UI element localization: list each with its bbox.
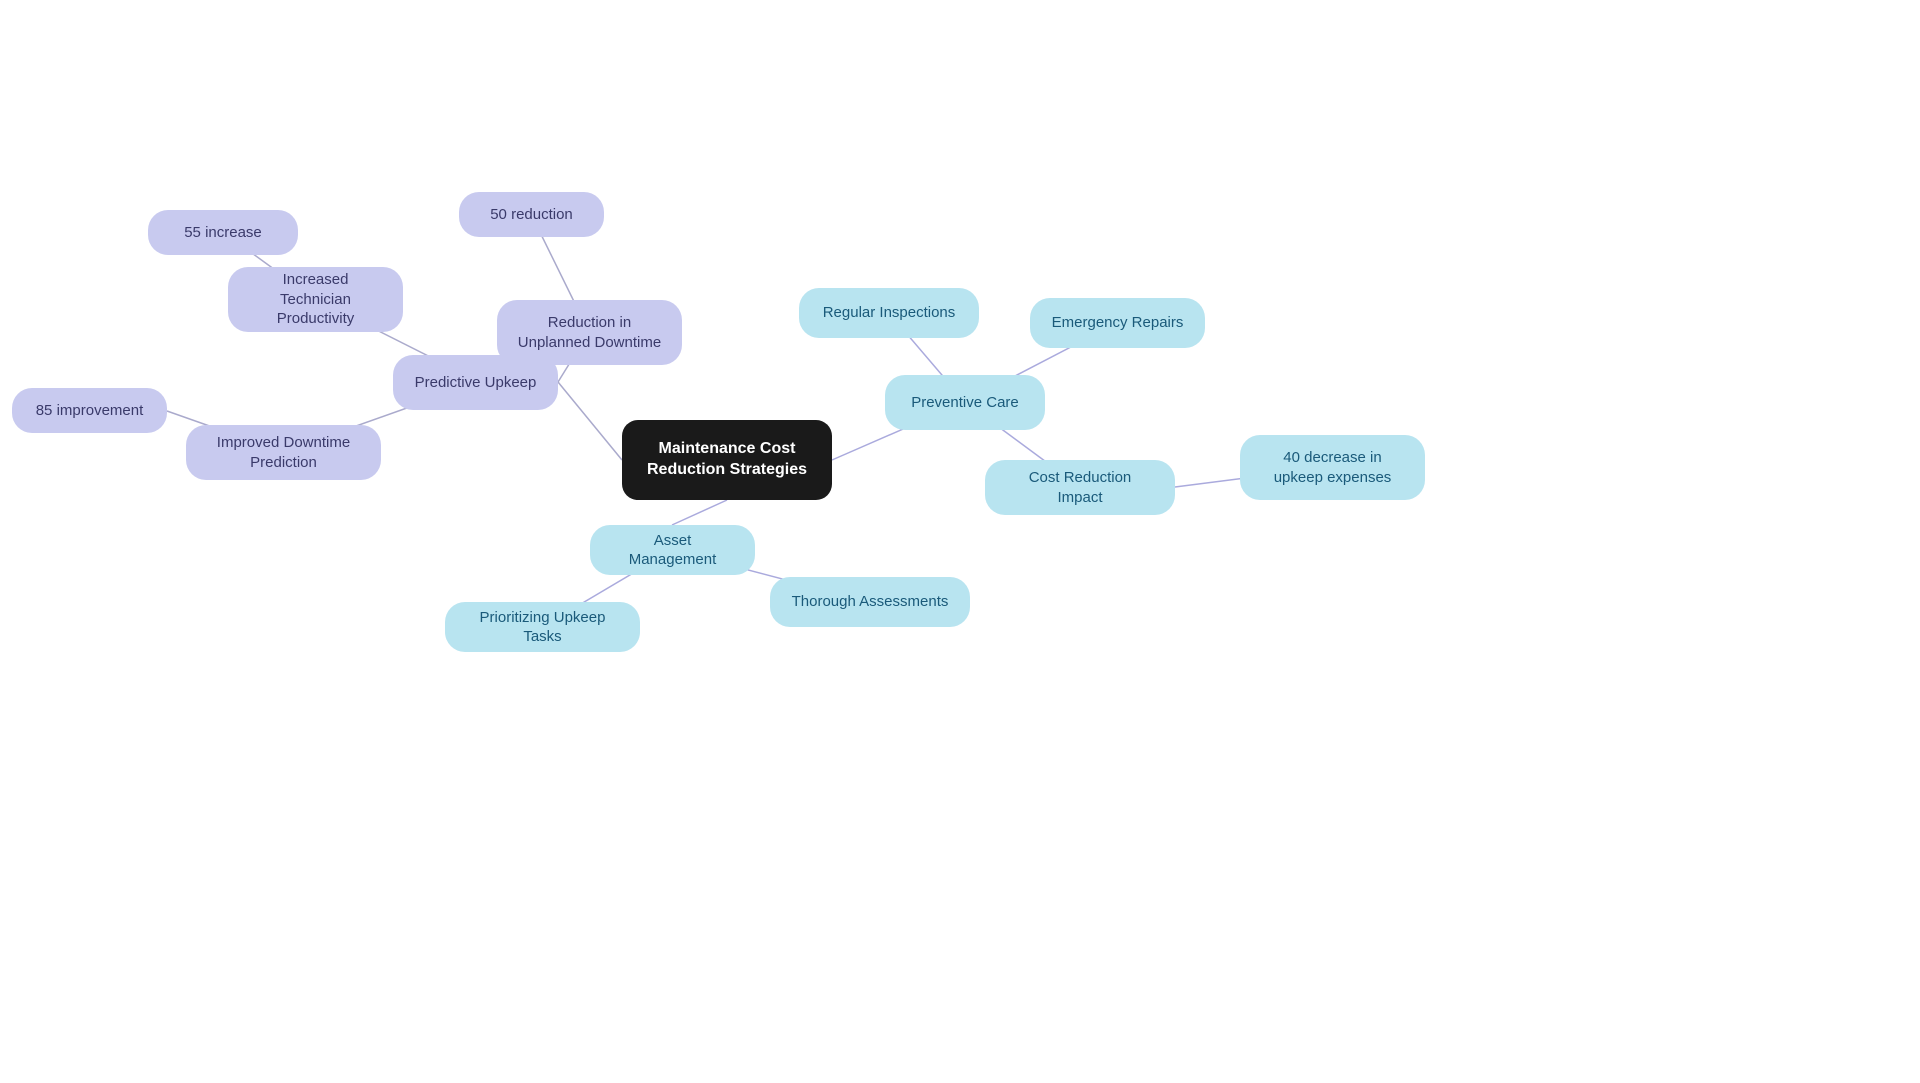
preventive-care-node[interactable]: Preventive Care [885, 375, 1045, 430]
connection-lines [0, 0, 1920, 1083]
55-increase-node[interactable]: 55 increase [148, 210, 298, 255]
cost-reduction-impact-node[interactable]: Cost Reduction Impact [985, 460, 1175, 515]
thorough-assessments-node[interactable]: Thorough Assessments [770, 577, 970, 627]
reduction-unplanned-node[interactable]: Reduction in Unplanned Downtime [497, 300, 682, 365]
85-improvement-node[interactable]: 85 improvement [12, 388, 167, 433]
40-decrease-node[interactable]: 40 decrease in upkeep expenses [1240, 435, 1425, 500]
increased-tech-node[interactable]: Increased Technician Productivity [228, 267, 403, 332]
prioritizing-upkeep-node[interactable]: Prioritizing Upkeep Tasks [445, 602, 640, 652]
improved-downtime-node[interactable]: Improved Downtime Prediction [186, 425, 381, 480]
50-reduction-node[interactable]: 50 reduction [459, 192, 604, 237]
emergency-repairs-node[interactable]: Emergency Repairs [1030, 298, 1205, 348]
center-node: Maintenance Cost Reduction Strategies [622, 420, 832, 500]
regular-inspections-node[interactable]: Regular Inspections [799, 288, 979, 338]
asset-management-node[interactable]: Asset Management [590, 525, 755, 575]
